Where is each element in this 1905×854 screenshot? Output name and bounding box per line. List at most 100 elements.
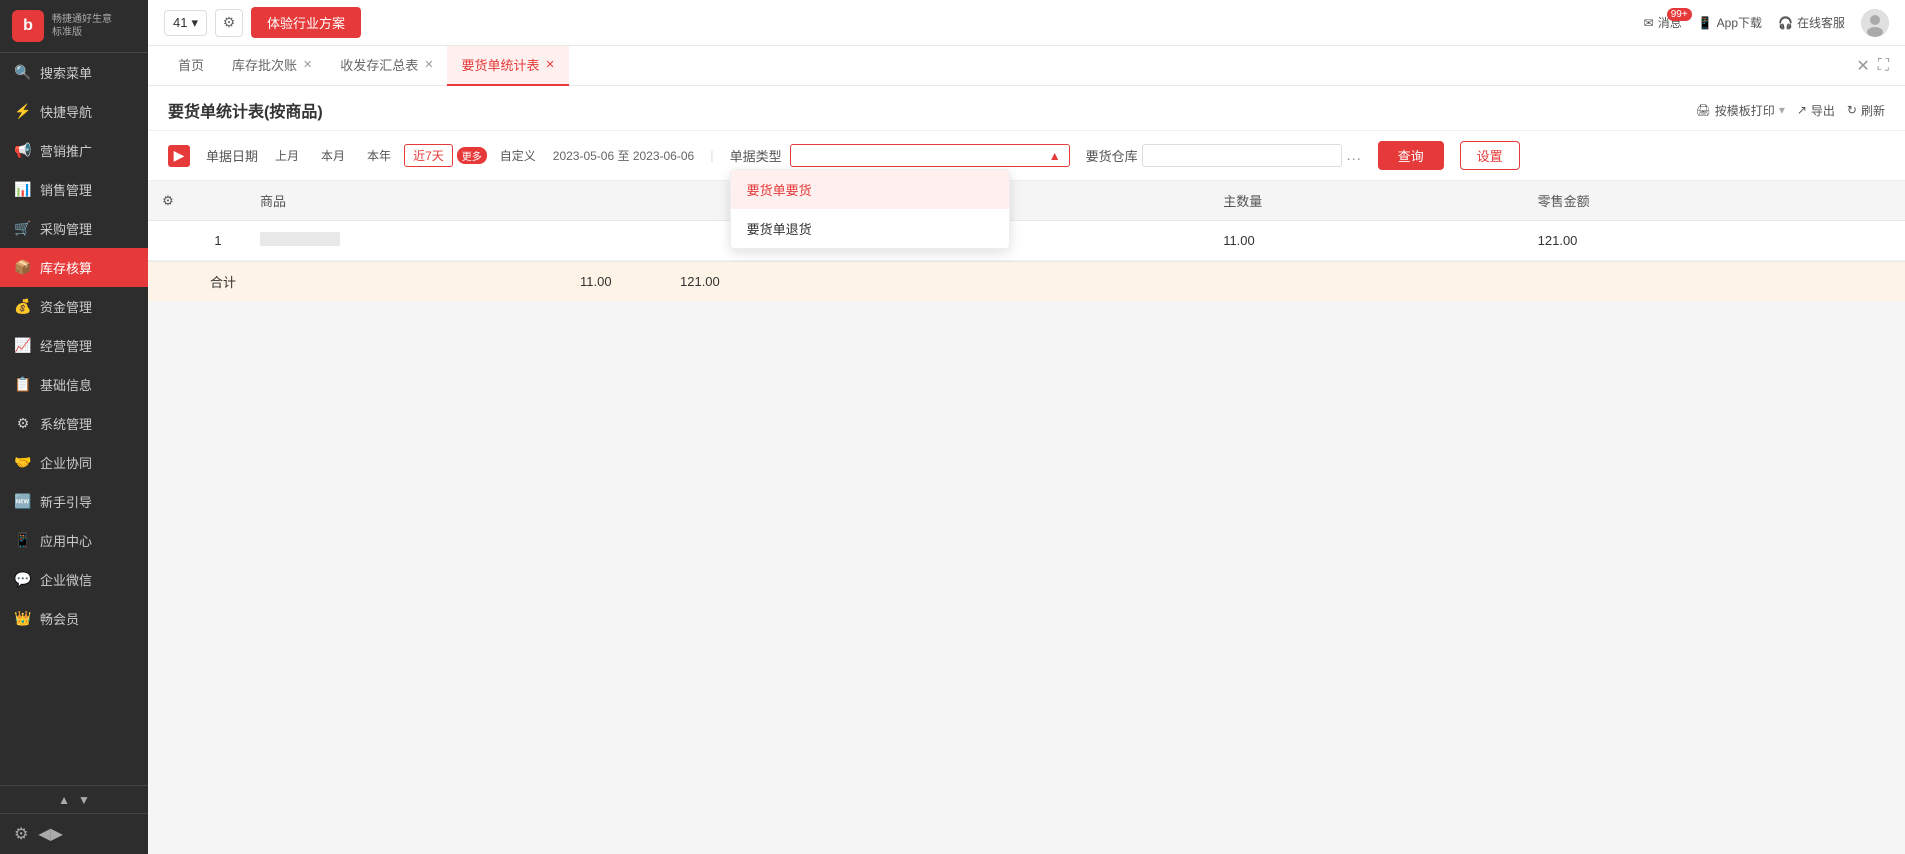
sidebar-item-营销推广[interactable]: 📢营销推广 <box>0 131 148 170</box>
type-input[interactable] <box>799 148 1049 163</box>
tab-close-1[interactable]: ✕ <box>303 58 312 71</box>
row-settings-cell <box>148 221 188 261</box>
settings-btn[interactable]: 设置 <box>1460 141 1520 170</box>
nav-icon-2: 📢 <box>14 142 32 160</box>
data-table: ⚙ 商品 主计量单位 主数量 零售金额 1 <box>148 181 1905 261</box>
nav-icon-7: 📈 <box>14 337 32 355</box>
sidebar-scroll-controls: ▲ ▼ <box>0 785 148 813</box>
nav-icon-11: 🆕 <box>14 493 32 511</box>
date-label: 单据日期 <box>206 146 258 165</box>
sidebar-item-经营管理[interactable]: 📈经营管理 <box>0 326 148 365</box>
tab-close-3[interactable]: ✕ <box>546 58 555 71</box>
type-dropdown: 要货单要货要货单退货 <box>730 169 1010 249</box>
nav-label-12: 应用中心 <box>40 531 92 550</box>
nav-icon-14: 👑 <box>14 610 32 628</box>
online-service-label: 在线客服 <box>1797 14 1845 31</box>
tabbar: 首页库存批次账✕收发存汇总表✕要货单统计表✕ ✕ ⛶ <box>148 46 1905 86</box>
tab-0[interactable]: 首页 <box>164 46 218 86</box>
refresh-btn[interactable]: ↻ 刷新 <box>1847 102 1885 119</box>
more-date-badge[interactable]: 更多 <box>457 147 487 164</box>
table-row: 1 块 11.00 121.00 <box>148 221 1905 261</box>
print-btn[interactable]: 🖨 按模板打印 ▾ <box>1696 102 1785 119</box>
footer-qty: 11.00 <box>520 274 640 289</box>
messages-badge: 99+ <box>1667 8 1692 21</box>
sidebar-item-基础信息[interactable]: 📋基础信息 <box>0 365 148 404</box>
type-input-wrap[interactable]: ▲ <box>790 144 1070 167</box>
nav-label-0: 搜索菜单 <box>40 63 92 82</box>
col-product: 商品 <box>248 181 767 221</box>
chevron-up-icon[interactable]: ▲ <box>1049 149 1061 163</box>
app-download-label: App下载 <box>1717 14 1762 31</box>
date-btn-custom[interactable]: 自定义 <box>491 144 545 167</box>
product-placeholder <box>260 232 340 246</box>
col-settings[interactable]: ⚙ <box>148 181 188 221</box>
sidebar-item-畅会员[interactable]: 👑畅会员 <box>0 599 148 638</box>
scroll-up-btn[interactable]: ▲ <box>58 789 70 811</box>
nav-label-11: 新手引导 <box>40 492 92 511</box>
messages-item[interactable]: ✉ 消息 99+ <box>1644 14 1682 31</box>
settings-icon[interactable]: ⚙ <box>14 824 28 844</box>
sidebar-item-快捷导航[interactable]: ⚡ 快捷导航 <box>0 92 148 131</box>
sidebar-item-系统管理[interactable]: ⚙系统管理 <box>0 404 148 443</box>
tab-close-2[interactable]: ✕ <box>424 58 433 71</box>
collapse-icon[interactable]: ◀▶ <box>38 824 63 844</box>
nav-label-4: 采购管理 <box>40 219 92 238</box>
headset-icon: 🎧 <box>1778 16 1793 30</box>
chevron-down-icon: ▾ <box>1779 103 1785 117</box>
company-selector[interactable]: 41 ▾ <box>164 10 207 36</box>
table-header-row: ⚙ 商品 主计量单位 主数量 零售金额 <box>148 181 1905 221</box>
topbar-gear-btn[interactable]: ⚙ <box>215 9 243 37</box>
export-btn[interactable]: ↗ 导出 <box>1797 102 1835 119</box>
nav-icon-4: 🛒 <box>14 220 32 238</box>
sidebar-item-库存核算[interactable]: 📦库存核算 <box>0 248 148 287</box>
dropdown-item-0[interactable]: 要货单要货 <box>731 170 1009 209</box>
more-options-btn[interactable]: … <box>1346 147 1362 165</box>
sidebar-item-资金管理[interactable]: 💰资金管理 <box>0 287 148 326</box>
tab-2[interactable]: 收发存汇总表✕ <box>326 46 447 86</box>
nav-icon-3: 📊 <box>14 181 32 199</box>
nav-icon-9: ⚙ <box>14 415 32 433</box>
tab-1[interactable]: 库存批次账✕ <box>218 46 326 86</box>
close-all-icon[interactable]: ✕ <box>1856 56 1869 76</box>
topbar-right: ✉ 消息 99+ 📱 App下载 🎧 在线客服 <box>1644 9 1889 37</box>
date-shortcuts: 上月 本月 本年 近7天 更多 自定义 <box>266 144 545 167</box>
filter-toggle-btn[interactable]: ▶ <box>168 145 190 167</box>
warehouse-filter-section: 要货仓库 … <box>1086 144 1362 167</box>
sidebar-item-销售管理[interactable]: 📊 销售管理 <box>0 170 148 209</box>
tab-3[interactable]: 要货单统计表✕ <box>447 46 568 86</box>
column-settings-icon[interactable]: ⚙ <box>162 193 174 208</box>
expand-icon[interactable]: ⛶ <box>1878 57 1889 75</box>
trial-btn[interactable]: 体验行业方案 <box>251 7 361 38</box>
date-btn-last-month[interactable]: 上月 <box>266 144 308 167</box>
online-service-item[interactable]: 🎧 在线客服 <box>1778 14 1845 31</box>
message-icon: ✉ <box>1644 16 1654 30</box>
page-title: 要货单统计表(按商品) <box>168 98 323 122</box>
print-icon: 🖨 <box>1696 103 1711 117</box>
app-download-item[interactable]: 📱 App下载 <box>1698 14 1762 31</box>
scroll-down-btn[interactable]: ▼ <box>78 789 90 811</box>
sidebar-item-企业微信[interactable]: 💬企业微信 <box>0 560 148 599</box>
sidebar-item-企业协同[interactable]: 🤝企业协同 <box>0 443 148 482</box>
nav-label-3: 销售管理 <box>40 180 92 199</box>
date-btn-this-month[interactable]: 本月 <box>312 144 354 167</box>
warehouse-label: 要货仓库 <box>1086 146 1138 165</box>
sidebar-item-应用中心[interactable]: 📱应用中心 <box>0 521 148 560</box>
sidebar-item-新手引导[interactable]: 🆕 新手引导 <box>0 482 148 521</box>
row-product-cell <box>248 221 767 261</box>
phone-icon: 📱 <box>1698 16 1713 30</box>
dropdown-item-1[interactable]: 要货单退货 <box>731 209 1009 248</box>
nav-icon-1: ⚡ <box>14 103 32 121</box>
date-filter-section: 单据日期 上月 本月 本年 近7天 更多 自定义 2023-05-06 至 20… <box>206 144 694 167</box>
data-table-wrap: ⚙ 商品 主计量单位 主数量 零售金额 1 <box>148 181 1905 261</box>
user-avatar[interactable] <box>1861 9 1889 37</box>
warehouse-input[interactable] <box>1142 144 1342 167</box>
nav-label-1: 快捷导航 <box>40 102 92 121</box>
page-content: 要货单统计表(按商品) 🖨 按模板打印 ▾ ↗ 导出 ↻ 刷新 ▶ <box>148 86 1905 854</box>
filter-bar: ▶ 单据日期 上月 本月 本年 近7天 更多 自定义 2023-05-06 至 … <box>148 131 1905 181</box>
date-btn-this-year[interactable]: 本年 <box>358 144 400 167</box>
table-footer: 合计 11.00 121.00 <box>148 261 1905 301</box>
sidebar-item-采购管理[interactable]: 🛒 采购管理 <box>0 209 148 248</box>
date-btn-7days[interactable]: 近7天 <box>404 144 453 167</box>
query-btn[interactable]: 查询 <box>1378 141 1444 170</box>
sidebar-item-搜索菜单[interactable]: 🔍搜索菜单 <box>0 53 148 92</box>
